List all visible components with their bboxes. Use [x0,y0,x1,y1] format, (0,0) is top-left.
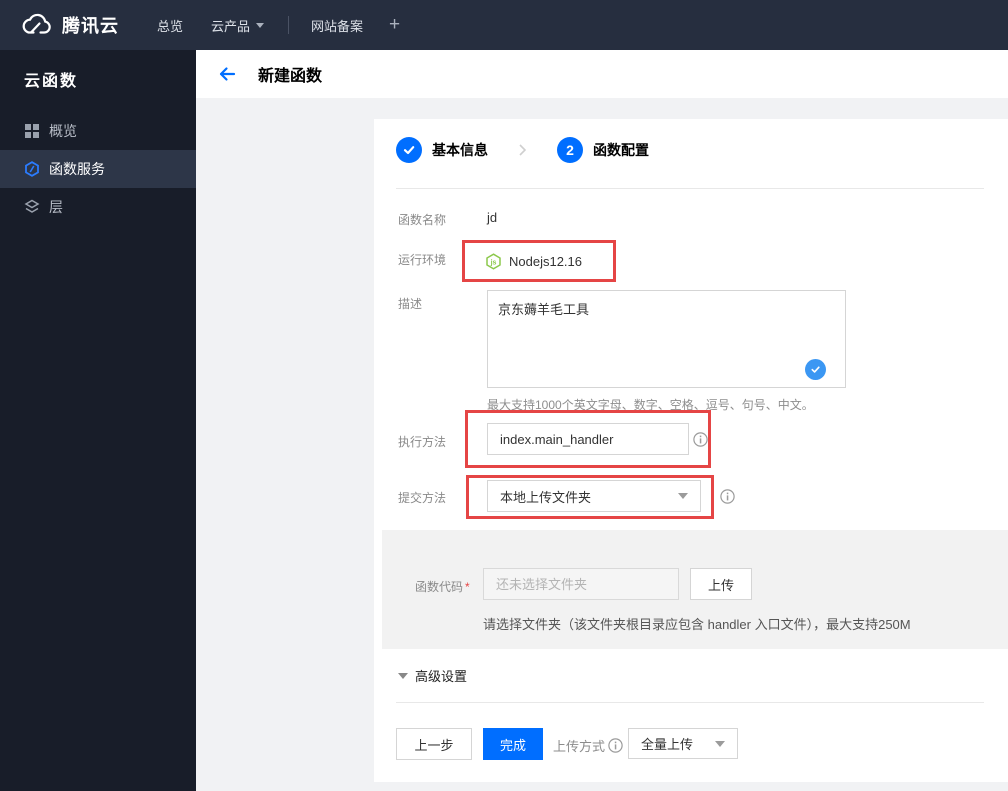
sidebar-menu: 概览 函数服务 层 [0,112,196,226]
upload-mode-select[interactable]: 全量上传 [628,728,738,759]
layers-icon [24,199,40,215]
step-separator-chevron-icon [518,143,527,157]
tencent-cloud-brand[interactable]: 腾讯云 [18,12,119,38]
sidebar-title: 云函数 [24,73,79,90]
nav-item-overview[interactable]: 总览 [157,16,183,35]
step2-number-badge: 2 [557,137,583,163]
select-caret-icon [678,493,688,499]
upload-mode-label: 上传方式 [553,739,606,754]
previous-step-button[interactable]: 上一步 [396,728,472,760]
sidebar-item-label: 概览 [49,123,77,139]
nav-item-website-filing[interactable]: 网站备案 [311,16,363,35]
finish-button[interactable]: 完成 [483,728,543,760]
function-code-label: 函数代码 * [415,580,470,594]
page-header: 新建函数 [196,50,1008,98]
add-tab-icon[interactable]: + [389,14,400,36]
advanced-settings-label: 高级设置 [415,669,468,684]
submit-method-info-icon[interactable] [720,489,735,504]
content-area: 基本信息 2 函数配置 函数名称 jd 运行环境 js Nodejs12.16 … [196,98,1008,791]
submit-method-select[interactable]: 本地上传文件夹 [487,480,701,512]
step2-label: 函数配置 [593,142,649,158]
sidebar: 云函数 概览 函数服务 层 [0,50,196,791]
runtime-annotation-box: js Nodejs12.16 [462,240,616,282]
function-code-section: 函数代码* 上传 请选择文件夹（该文件夹根目录应包含 handler 入口文件）… [382,530,1008,649]
advanced-settings-toggle[interactable]: 高级设置 [398,666,467,685]
description-label: 描述 [398,297,423,311]
sidebar-item-layers[interactable]: 层 [0,188,196,226]
page-title: 新建函数 [258,68,323,85]
upload-mode-info-icon[interactable] [608,738,623,753]
main-area: 新建函数 基本信息 2 函数配置 函数名称 jd 运行环境 js Nodejs1… [196,50,1008,791]
back-arrow-icon[interactable] [214,61,240,87]
function-name-label: 函数名称 [398,213,447,227]
upload-mode-group: 上传方式 [553,736,623,755]
required-asterisk: * [465,580,470,594]
description-textarea[interactable]: 京东薅羊毛工具 [487,290,846,388]
nav-divider [288,16,290,34]
nav-item-cloud-products[interactable]: 云产品 [211,16,265,35]
upload-mode-value: 全量上传 [641,737,694,752]
triangle-down-icon [398,672,408,679]
footer-divider [396,702,984,703]
steps-divider [396,188,984,189]
tencent-cloud-logo-icon [18,13,52,37]
upload-button[interactable]: 上传 [690,568,752,600]
submit-method-value: 本地上传文件夹 [500,489,592,505]
sidebar-item-overview[interactable]: 概览 [0,112,196,150]
svg-text:js: js [490,259,497,266]
description-valid-check-icon [805,359,826,380]
function-name-value: jd [487,210,498,225]
select-caret-icon [715,740,725,747]
step1-check-icon [396,137,422,163]
handler-label: 执行方法 [398,435,447,449]
grid-icon [24,123,40,139]
sidebar-item-label: 层 [49,199,63,215]
sidebar-item-function-service[interactable]: 函数服务 [0,150,196,188]
top-navbar: 腾讯云 总览 云产品 网站备案 + [0,0,1008,50]
nodejs-icon: js [485,252,502,270]
runtime-value: Nodejs12.16 [509,253,582,269]
chevron-down-icon [256,22,265,28]
handler-input[interactable] [487,423,689,455]
folder-path-input[interactable] [483,568,679,600]
runtime-label: 运行环境 [398,253,447,267]
step1-label: 基本信息 [432,142,488,158]
sidebar-item-label: 函数服务 [49,161,105,177]
wizard-steps: 基本信息 2 函数配置 [396,137,649,163]
handler-info-icon[interactable] [693,432,708,447]
create-function-card: 基本信息 2 函数配置 函数名称 jd 运行环境 js Nodejs12.16 … [374,119,1008,782]
function-code-hint: 请选择文件夹（该文件夹根目录应包含 handler 入口文件），最大支持250M [483,617,911,632]
submit-method-label: 提交方法 [398,491,447,505]
brand-name: 腾讯云 [62,16,119,36]
function-icon [24,161,40,177]
